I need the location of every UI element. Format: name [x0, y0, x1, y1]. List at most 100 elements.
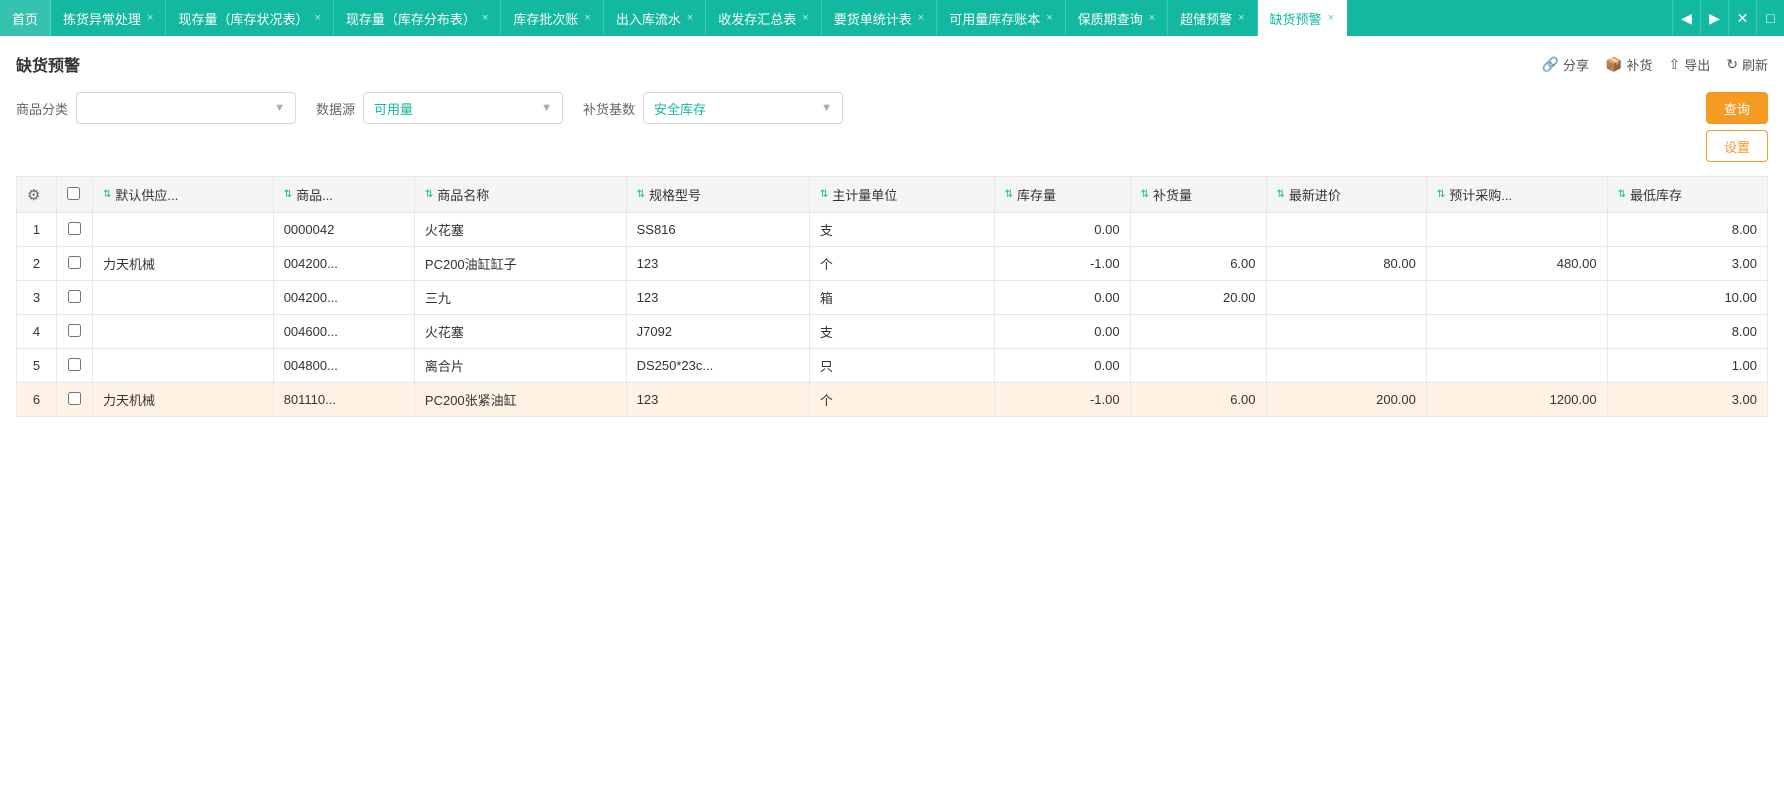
row-product-name: PC200张紧油缸	[414, 383, 626, 417]
tab-available[interactable]: 可用量库存账本 ×	[937, 0, 1065, 36]
replenish-action[interactable]: 📦 补货	[1605, 55, 1652, 74]
close-icon[interactable]: ×	[802, 12, 808, 24]
row-latest-price	[1266, 349, 1426, 383]
close-icon[interactable]: ×	[147, 12, 153, 24]
row-number: 6	[17, 383, 57, 417]
table-row: 5 004800... 离合片 DS250*23c... 只 0.00 1.00	[17, 349, 1768, 383]
tab-scroll-left[interactable]: ◀	[1672, 0, 1700, 36]
row-spec: DS250*23c...	[626, 349, 809, 383]
tab-shortage[interactable]: 缺货预警 ×	[1258, 0, 1347, 36]
replenish-select[interactable]: 安全库存 ▼	[643, 92, 843, 124]
row-product-code: 004600...	[273, 315, 414, 349]
row-replenish-qty	[1130, 349, 1266, 383]
share-action[interactable]: 🔗 分享	[1542, 55, 1589, 74]
close-icon[interactable]: ×	[687, 12, 693, 24]
tab-exception[interactable]: 拣货异常处理 ×	[51, 0, 166, 36]
export-action[interactable]: ⇧ 导出	[1669, 55, 1711, 74]
row-latest-price	[1266, 281, 1426, 315]
replenish-icon: 📦	[1605, 56, 1622, 73]
settings-button[interactable]: 设置	[1706, 130, 1768, 162]
th-latest-price[interactable]: ⇅ 最新进价	[1266, 177, 1426, 213]
tab-inout[interactable]: 出入库流水 ×	[604, 0, 706, 36]
tab-nav-buttons: ◀ ▶ ✕ □	[1672, 0, 1784, 36]
th-checkbox[interactable]	[57, 177, 93, 213]
row-supplier	[93, 281, 274, 315]
close-icon[interactable]: ×	[1046, 12, 1052, 24]
row-product-name: 火花塞	[414, 315, 626, 349]
row-unit: 只	[809, 349, 994, 383]
tab-home[interactable]: 首页	[0, 0, 51, 36]
th-settings[interactable]: ⚙	[17, 177, 57, 213]
th-spec[interactable]: ⇅ 规格型号	[626, 177, 809, 213]
th-product-name[interactable]: ⇅ 商品名称	[414, 177, 626, 213]
row-product-code: 004800...	[273, 349, 414, 383]
th-unit[interactable]: ⇅ 主计量单位	[809, 177, 994, 213]
th-supplier[interactable]: ⇅ 默认供应...	[93, 177, 274, 213]
row-min-stock: 10.00	[1607, 281, 1767, 315]
tab-close-current[interactable]: ✕	[1728, 0, 1756, 36]
row-checkbox[interactable]	[68, 290, 81, 303]
settings-icon[interactable]: ⚙	[27, 187, 40, 204]
close-icon[interactable]: ×	[584, 12, 590, 24]
row-checkbox-cell[interactable]	[57, 213, 93, 247]
row-number: 4	[17, 315, 57, 349]
row-checkbox-cell[interactable]	[57, 383, 93, 417]
th-min-stock[interactable]: ⇅ 最低库存	[1607, 177, 1767, 213]
filter-actions: 查询 设置	[1706, 92, 1768, 162]
row-est-purchase	[1426, 213, 1607, 247]
tab-order-stats[interactable]: 要货单统计表 ×	[822, 0, 937, 36]
close-icon[interactable]: ×	[482, 12, 488, 24]
sort-icon: ⇅	[1277, 189, 1285, 200]
row-replenish-qty	[1130, 315, 1266, 349]
row-product-code: 004200...	[273, 281, 414, 315]
row-supplier: 力天机械	[93, 383, 274, 417]
row-spec: J7092	[626, 315, 809, 349]
tab-stock-status[interactable]: 现存量（库存状况表） ×	[166, 0, 333, 36]
close-icon[interactable]: ×	[918, 12, 924, 24]
query-button[interactable]: 查询	[1706, 92, 1768, 124]
tab-maximize[interactable]: □	[1756, 0, 1784, 36]
tab-expiry[interactable]: 保质期查询 ×	[1066, 0, 1168, 36]
row-checkbox[interactable]	[68, 222, 81, 235]
row-product-name: PC200油缸缸子	[414, 247, 626, 281]
refresh-action[interactable]: ↻ 刷新	[1726, 55, 1768, 74]
close-icon[interactable]: ×	[1149, 12, 1155, 24]
datasource-select[interactable]: 可用量 ▼	[363, 92, 563, 124]
tab-batch[interactable]: 库存批次账 ×	[501, 0, 603, 36]
close-icon[interactable]: ×	[1238, 12, 1244, 24]
data-table: ⚙ ⇅ 默认供应... ⇅ 商品...	[16, 176, 1768, 417]
th-product-code[interactable]: ⇅ 商品...	[273, 177, 414, 213]
tab-overstock[interactable]: 超储预警 ×	[1168, 0, 1257, 36]
row-checkbox[interactable]	[68, 256, 81, 269]
replenish-label: 补货基数	[583, 99, 635, 118]
row-checkbox-cell[interactable]	[57, 315, 93, 349]
table-row: 2 力天机械 004200... PC200油缸缸子 123 个 -1.00 6…	[17, 247, 1768, 281]
th-replenish-qty[interactable]: ⇅ 补货量	[1130, 177, 1266, 213]
tab-summary[interactable]: 收发存汇总表 ×	[706, 0, 821, 36]
row-checkbox[interactable]	[68, 392, 81, 405]
select-all-checkbox[interactable]	[67, 187, 80, 200]
main-content: 缺货预警 🔗 分享 📦 补货 ⇧ 导出 ↻ 刷新 商品分类	[0, 36, 1784, 796]
row-checkbox[interactable]	[68, 358, 81, 371]
row-unit: 支	[809, 213, 994, 247]
row-checkbox-cell[interactable]	[57, 247, 93, 281]
category-select[interactable]: ▼	[76, 92, 296, 124]
close-icon[interactable]: ×	[314, 12, 320, 24]
tab-scroll-right[interactable]: ▶	[1700, 0, 1728, 36]
share-icon: 🔗	[1542, 56, 1559, 73]
row-product-name: 离合片	[414, 349, 626, 383]
row-est-purchase: 480.00	[1426, 247, 1607, 281]
tab-stock-dist[interactable]: 现存量（库存分布表） ×	[334, 0, 501, 36]
sort-icon: ⇅	[820, 189, 828, 200]
chevron-down-icon: ▼	[541, 102, 552, 114]
sort-icon: ⇅	[1005, 189, 1013, 200]
row-checkbox-cell[interactable]	[57, 281, 93, 315]
row-stock: -1.00	[994, 383, 1130, 417]
row-checkbox-cell[interactable]	[57, 349, 93, 383]
row-checkbox[interactable]	[68, 324, 81, 337]
row-est-purchase: 1200.00	[1426, 383, 1607, 417]
row-est-purchase	[1426, 349, 1607, 383]
close-icon[interactable]: ×	[1328, 12, 1334, 24]
th-est-purchase[interactable]: ⇅ 预计采购...	[1426, 177, 1607, 213]
th-stock[interactable]: ⇅ 库存量	[994, 177, 1130, 213]
